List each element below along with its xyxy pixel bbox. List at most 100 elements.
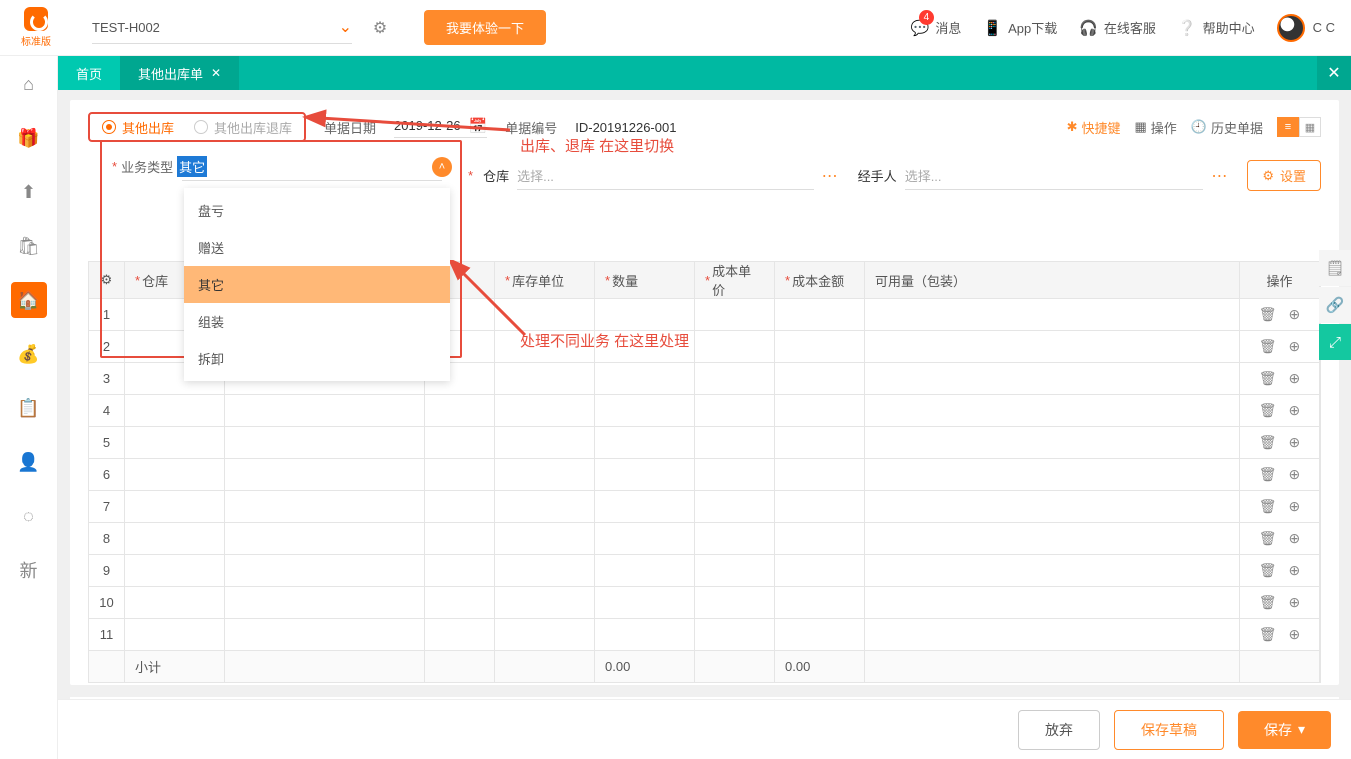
dock-expand-icon[interactable]: ⤢ <box>1319 324 1351 360</box>
org-select[interactable]: TEST-H002 ⌄ <box>92 11 352 44</box>
add-row-icon[interactable]: ⊕ <box>1289 562 1301 579</box>
add-row-icon[interactable]: ⊕ <box>1289 626 1301 643</box>
add-row-icon[interactable]: ⊕ <box>1289 434 1301 451</box>
add-row-icon[interactable]: ⊕ <box>1289 498 1301 515</box>
view-list-icon[interactable]: ≡ <box>1277 117 1299 137</box>
add-row-icon[interactable]: ⊕ <box>1289 594 1301 611</box>
nav-sync-icon[interactable]: ◌ <box>11 498 47 534</box>
delete-icon[interactable]: 🗑 <box>1259 338 1277 355</box>
dropdown-item[interactable]: 拆卸 <box>184 340 450 377</box>
nav-new-icon[interactable]: 新 <box>11 552 47 588</box>
col-ops: 操作 <box>1240 262 1320 298</box>
phone-icon: 📱 <box>983 19 1002 37</box>
try-button[interactable]: 我要体验一下 <box>424 10 546 45</box>
logo: 标准版 <box>16 7 56 48</box>
add-row-icon[interactable]: ⊕ <box>1289 370 1301 387</box>
warehouse-field[interactable]: *仓库 选择... ⋯ <box>468 162 838 190</box>
table-row[interactable]: 5 🗑 ⊕ <box>89 426 1320 458</box>
dock-link-icon[interactable]: 🔗 <box>1319 287 1351 323</box>
nav-clipboard-icon[interactable]: 📋 <box>11 390 47 426</box>
nav-money-icon[interactable]: 💰 <box>11 336 47 372</box>
dropdown-item[interactable]: 其它 <box>184 266 450 303</box>
dropdown-item[interactable]: 盘亏 <box>184 192 450 229</box>
radio-dot-icon <box>102 120 116 134</box>
handler-field[interactable]: 经手人 选择... ⋯ <box>858 162 1228 190</box>
chevron-up-icon[interactable]: ˄ <box>432 157 452 177</box>
row-index: 3 <box>89 363 125 394</box>
subtotal-label: 小计 <box>125 651 225 682</box>
radio-return[interactable]: 其他出库退库 <box>194 118 292 137</box>
app-label: App下载 <box>1008 18 1057 37</box>
delete-icon[interactable]: 🗑 <box>1259 370 1277 387</box>
row-index: 4 <box>89 395 125 426</box>
business-type-field[interactable]: * 业务类型 其它 ˄ <box>112 156 452 177</box>
right-dock: 🗒 🔗 ⤢ <box>1319 250 1351 360</box>
settings-icon[interactable]: ⚙ <box>366 14 394 42</box>
nav-upload-icon[interactable]: ⬆ <box>11 174 47 210</box>
save-button[interactable]: 保存 ▾ <box>1238 711 1331 749</box>
avatar[interactable] <box>1277 14 1305 42</box>
nav-warehouse-icon[interactable]: 🏠 <box>11 282 47 318</box>
delete-icon[interactable]: 🗑 <box>1259 434 1277 451</box>
delete-icon[interactable]: 🗑 <box>1259 498 1277 515</box>
table-row[interactable]: 7🗑⊕ <box>89 490 1320 522</box>
dock-note-icon[interactable]: 🗒 <box>1319 250 1351 286</box>
row-index: 10 <box>89 587 125 618</box>
delete-icon[interactable]: 🗑 <box>1259 594 1277 611</box>
table-row[interactable]: 10 🗑 ⊕ <box>89 586 1320 618</box>
help-center-link[interactable]: ❔ 帮助中心 <box>1178 18 1255 37</box>
nav-contact-icon[interactable]: 👤 <box>11 444 47 480</box>
dropdown-item[interactable]: 赠送 <box>184 229 450 266</box>
customer-service-link[interactable]: 🎧 在线客服 <box>1079 18 1156 37</box>
app-download-link[interactable]: 📱 App下载 <box>983 18 1057 37</box>
hotkey-button[interactable]: ✱快捷键 <box>1067 118 1121 137</box>
add-row-icon[interactable]: ⊕ <box>1289 466 1301 483</box>
nav-gift-icon[interactable]: 🎁 <box>11 120 47 156</box>
nav-bag-icon[interactable]: 🛍 <box>11 228 47 264</box>
radio-outbound[interactable]: 其他出库 <box>102 118 174 137</box>
nav-home-icon[interactable]: ⌂ <box>11 66 47 102</box>
docno-value: ID-20191226-001 <box>575 120 676 135</box>
delete-icon[interactable]: 🗑 <box>1259 530 1277 547</box>
dropdown-item[interactable]: 组装 <box>184 303 450 340</box>
table-row[interactable]: 6🗑⊕ <box>89 458 1320 490</box>
row-index: 5 <box>89 427 125 458</box>
add-row-icon[interactable]: ⊕ <box>1289 338 1301 355</box>
view-grid-icon[interactable]: ▦ <box>1299 117 1321 137</box>
delete-icon[interactable]: 🗑 <box>1259 626 1277 643</box>
close-icon[interactable]: ✕ <box>211 66 221 80</box>
tabbar-close-button[interactable]: ✕ <box>1317 56 1351 90</box>
table-row[interactable]: 11🗑⊕ <box>89 618 1320 650</box>
delete-icon[interactable]: 🗑 <box>1259 466 1277 483</box>
more-icon[interactable]: ⋯ <box>822 166 838 186</box>
table-row[interactable]: 4 🗑 ⊕ <box>89 394 1320 426</box>
tab-other-outbound[interactable]: 其他出库单 ✕ <box>120 56 239 90</box>
view-toggle: ≡ ▦ <box>1277 117 1321 137</box>
message-badge: 4 <box>919 10 935 25</box>
history-button[interactable]: 🕘历史单据 <box>1191 118 1263 137</box>
operations-button[interactable]: ▦操作 <box>1134 118 1176 137</box>
delete-icon[interactable]: 🗑 <box>1259 562 1277 579</box>
messages-link[interactable]: 💬 消息 4 <box>911 18 962 37</box>
delete-icon[interactable]: 🗑 <box>1259 402 1277 419</box>
more-icon[interactable]: ⋯ <box>1211 166 1227 186</box>
chevron-down-icon: ⌄ <box>339 17 352 37</box>
discard-button[interactable]: 放弃 <box>1018 710 1100 750</box>
add-row-icon[interactable]: ⊕ <box>1289 402 1301 419</box>
date-field[interactable]: 2019-12-26 📅 <box>394 117 487 138</box>
top-header: 标准版 TEST-H002 ⌄ ⚙ 我要体验一下 💬 消息 4 📱 App下载 … <box>0 0 1351 56</box>
row-index: 2 <box>89 331 125 362</box>
add-row-icon[interactable]: ⊕ <box>1289 530 1301 547</box>
table-row[interactable]: 9🗑⊕ <box>89 554 1320 586</box>
messages-label: 消息 <box>935 18 961 37</box>
tab-bar: 首页 其他出库单 ✕ ✕ <box>58 56 1351 90</box>
save-draft-button[interactable]: 保存草稿 <box>1114 710 1224 750</box>
table-row[interactable]: 8🗑⊕ <box>89 522 1320 554</box>
col-available: 可用量（包装） <box>865 262 1240 298</box>
settings-button[interactable]: ⚙ 设置 <box>1247 160 1321 191</box>
add-row-icon[interactable]: ⊕ <box>1289 306 1301 323</box>
column-config-icon[interactable]: ⚙ <box>89 262 125 298</box>
col-amount: *成本金额 <box>775 262 865 298</box>
delete-icon[interactable]: 🗑 <box>1259 306 1277 323</box>
tab-home[interactable]: 首页 <box>58 56 120 90</box>
